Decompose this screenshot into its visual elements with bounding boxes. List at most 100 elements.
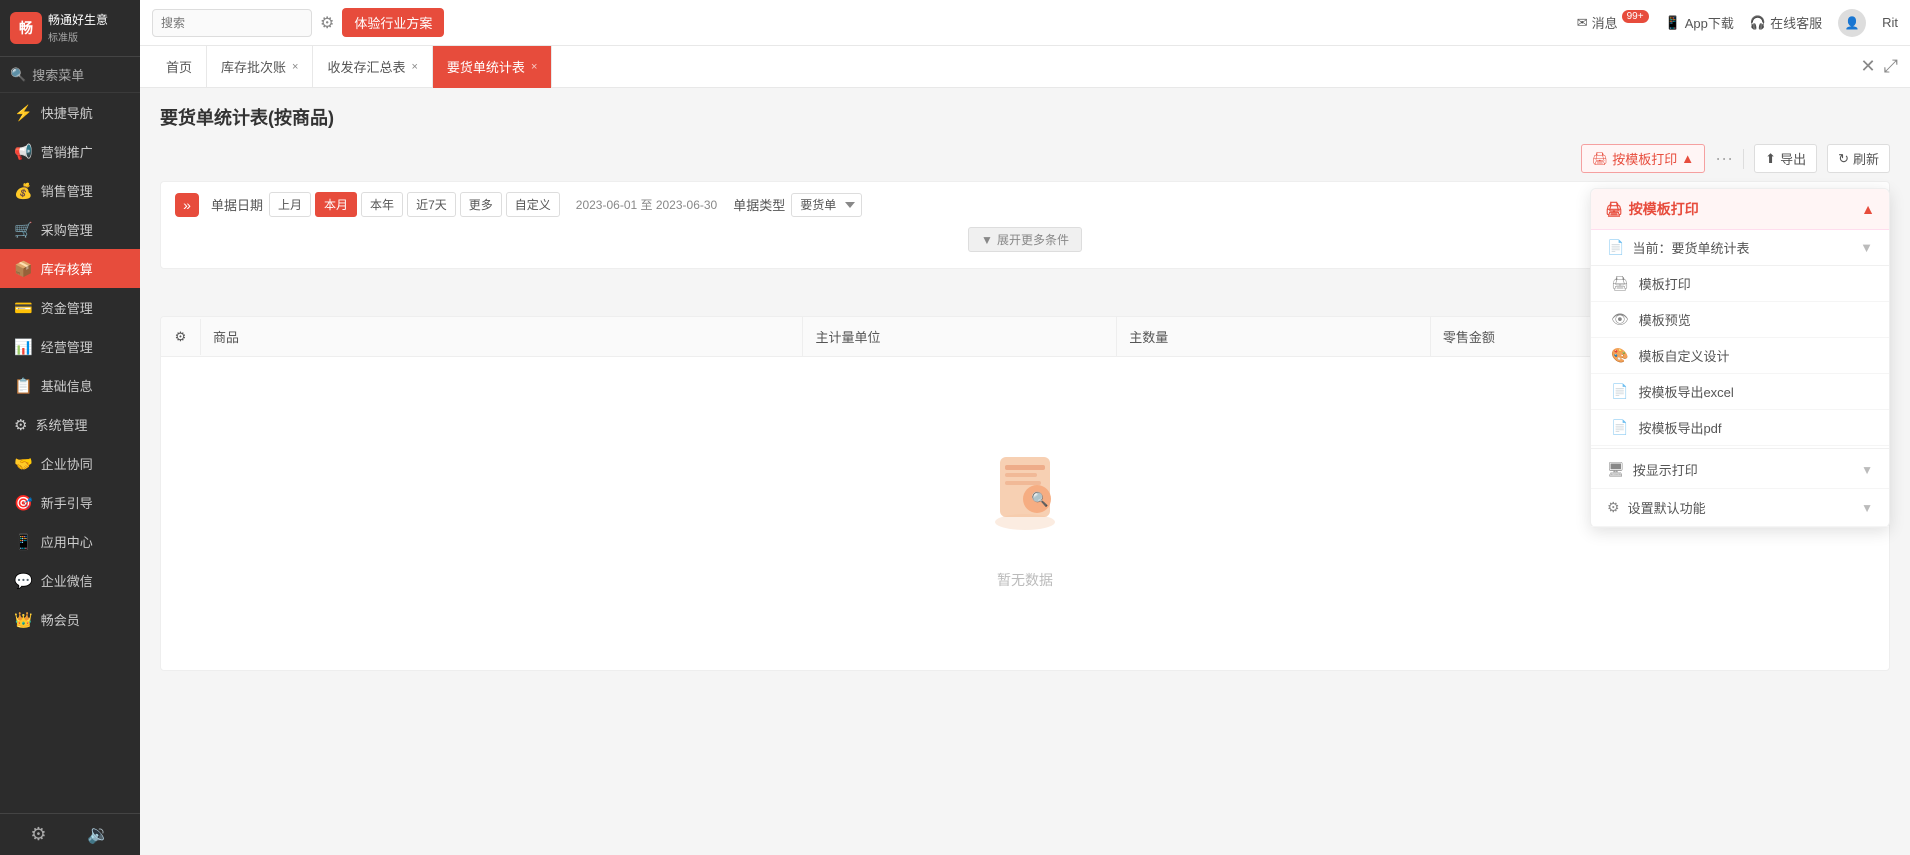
collab-icon: 🤝	[14, 455, 33, 473]
type-label: 单据类型	[733, 195, 785, 214]
print-btn[interactable]: 🖨 按模板打印 ▲	[1581, 144, 1705, 173]
search-input[interactable]	[152, 9, 312, 37]
display-print-icon: 🖥	[1607, 461, 1625, 478]
table-col-qty: 主数量	[1117, 317, 1431, 356]
export-btn[interactable]: ⬆ 导出	[1754, 144, 1817, 173]
sidebar-item-finance[interactable]: 💳 资金管理	[0, 288, 140, 327]
date-btn-7days[interactable]: 近7天	[407, 192, 456, 217]
tab-collect[interactable]: 收发存汇总表 ×	[313, 46, 432, 88]
set-default-arrow: ▼	[1861, 501, 1873, 515]
date-btn-this-month[interactable]: 本月	[315, 192, 357, 217]
dropdown-item-template-excel[interactable]: 📄 按模板导出excel	[1591, 374, 1889, 410]
date-btn-last-month[interactable]: 上月	[269, 192, 311, 217]
tab-order-stat-close[interactable]: ×	[531, 61, 537, 73]
sidebar-item-appstore[interactable]: 📱 应用中心	[0, 522, 140, 561]
tab-collect-close[interactable]: ×	[411, 61, 417, 73]
message-icon: ✉	[1577, 15, 1588, 31]
trial-btn[interactable]: 体验行业方案	[342, 8, 444, 37]
settings-bottom-icon[interactable]: ⚙	[30, 824, 46, 845]
print-red-icon: 🖨	[1605, 201, 1623, 218]
headset-icon: 🎧	[1750, 15, 1766, 31]
filter-expand-btn[interactable]: »	[175, 193, 199, 217]
page-content: 要货单统计表(按商品) 🖨 按模板打印 ▲ ··· ⬆ 导出 ↻ 刷新 »	[140, 88, 1910, 855]
sidebar-item-purchase[interactable]: 🛒 采购管理	[0, 210, 140, 249]
avatar[interactable]: 👤	[1838, 9, 1866, 37]
export-icon: ⬆	[1765, 151, 1776, 167]
message-badge: 99+	[1622, 10, 1649, 23]
date-btn-more[interactable]: 更多	[460, 192, 502, 217]
sidebar-search[interactable]: 🔍 搜索菜单	[0, 57, 140, 93]
sidebar-item-member[interactable]: 👑 畅会员	[0, 600, 140, 639]
dropdown-item-template-design[interactable]: 🎨 模板自定义设计	[1591, 338, 1889, 374]
finance-icon: 💳	[14, 299, 33, 317]
dots-icon[interactable]: ···	[1715, 148, 1733, 169]
date-btn-this-year[interactable]: 本年	[361, 192, 403, 217]
tab-close-icon[interactable]: ✕	[1861, 56, 1876, 77]
dropdown-header[interactable]: 🖨 按模板打印 ▲	[1591, 189, 1889, 230]
marketing-icon: 📢	[14, 143, 33, 161]
sidebar-item-collab[interactable]: 🤝 企业协同	[0, 444, 140, 483]
expand-more-btn[interactable]: ▼ 展开更多条件	[968, 227, 1082, 252]
sidebar-item-shortcut[interactable]: ⚡ 快捷导航	[0, 93, 140, 132]
sidebar-item-base[interactable]: 📋 基础信息	[0, 366, 140, 405]
tab-batch[interactable]: 库存批次账 ×	[207, 46, 313, 88]
date-btn-custom[interactable]: 自定义	[506, 192, 560, 217]
shortcut-icon: ⚡	[14, 104, 33, 122]
sidebar: 畅 畅通好生意 标准版 🔍 搜索菜单 ⚡ 快捷导航 📢 营销推广 💰 销售管理 …	[0, 0, 140, 855]
newbie-icon: 🎯	[14, 494, 33, 512]
template-pdf-icon: 📄	[1611, 419, 1628, 436]
online-service-item[interactable]: 🎧 在线客服	[1750, 13, 1822, 32]
sidebar-item-operation[interactable]: 📊 经营管理	[0, 327, 140, 366]
dropdown-arrow-up[interactable]: ▲	[1861, 201, 1875, 217]
app-sub: 标准版	[48, 29, 108, 44]
tabbar: 首页 库存批次账 × 收发存汇总表 × 要货单统计表 × ✕ ⤢	[140, 46, 1910, 88]
wechat-icon: 💬	[14, 572, 33, 590]
svg-text:🔍: 🔍	[1031, 490, 1048, 508]
dropdown-item-template-preview[interactable]: 👁 模板预览	[1591, 302, 1889, 338]
table-col-unit: 主计量单位	[803, 317, 1117, 356]
table-col-gear[interactable]: ⚙	[161, 319, 201, 355]
sidebar-item-newbie[interactable]: 🎯 新手引导	[0, 483, 140, 522]
tab-home[interactable]: 首页	[152, 46, 207, 88]
refresh-btn[interactable]: ↻ 刷新	[1827, 144, 1890, 173]
sidebar-item-inventory[interactable]: 📦 库存核算	[0, 249, 140, 288]
sidebar-item-system[interactable]: ⚙ 系统管理	[0, 405, 140, 444]
toolbar-row: 🖨 按模板打印 ▲ ··· ⬆ 导出 ↻ 刷新	[160, 144, 1890, 173]
topbar-left: ⚙ 体验行业方案	[152, 8, 444, 37]
dropdown-item-template-pdf[interactable]: 📄 按模板导出pdf	[1591, 410, 1889, 446]
tab-order-stat[interactable]: 要货单统计表 ×	[433, 46, 552, 88]
dropdown-title: 🖨 按模板打印	[1605, 199, 1699, 219]
tab-batch-close[interactable]: ×	[292, 61, 298, 73]
avatar-placeholder: 👤	[1845, 16, 1860, 30]
set-default-icon: ⚙	[1607, 499, 1620, 516]
empty-icon: 🔍	[975, 437, 1075, 556]
sidebar-item-marketing[interactable]: 📢 营销推广	[0, 132, 140, 171]
dropdown-item-template-print[interactable]: 🖨 模板打印	[1591, 266, 1889, 302]
appstore-icon: 📱	[14, 533, 33, 551]
type-select[interactable]: 要货单	[791, 193, 862, 217]
app-download-item[interactable]: 📱 App下载	[1665, 13, 1734, 32]
dropdown-set-default[interactable]: ⚙ 设置默认功能 ▼	[1591, 489, 1889, 527]
sidebar-item-wechat[interactable]: 💬 企业微信	[0, 561, 140, 600]
topbar: ⚙ 体验行业方案 ✉ 消息 99+ 📱 App下载 🎧 在线客服 👤 Rit	[140, 0, 1910, 46]
topbar-right: ✉ 消息 99+ 📱 App下载 🎧 在线客服 👤 Rit	[1577, 9, 1898, 37]
date-btns: 上月 本月 本年 近7天 更多 自定义	[269, 192, 560, 217]
user-name: Rit	[1882, 15, 1898, 30]
print-arrow-up: ▲	[1681, 151, 1694, 166]
gear-icon[interactable]: ⚙	[320, 13, 334, 33]
logo-icon: 畅	[10, 12, 42, 44]
date-range: 2023-06-01 至 2023-06-30	[576, 196, 717, 213]
date-label: 单据日期	[211, 195, 263, 214]
app-name: 畅通好生意	[48, 12, 108, 29]
sidebar-item-sales[interactable]: 💰 销售管理	[0, 171, 140, 210]
toolbar-divider	[1743, 149, 1744, 169]
display-print-arrow: ▼	[1861, 463, 1873, 477]
message-item[interactable]: ✉ 消息 99+	[1577, 13, 1649, 32]
template-excel-icon: 📄	[1611, 383, 1628, 400]
template-design-icon: 🎨	[1611, 347, 1628, 364]
tab-expand-icon[interactable]: ⤢	[1884, 56, 1898, 77]
help-bottom-icon[interactable]: 🔉	[87, 824, 109, 845]
logo-area: 畅 畅通好生意 标准版	[0, 0, 140, 57]
current-badge[interactable]: 📄 当前：要货单统计表 ▼	[1591, 230, 1889, 266]
dropdown-display-print[interactable]: 🖥 按显示打印 ▼	[1591, 451, 1889, 489]
